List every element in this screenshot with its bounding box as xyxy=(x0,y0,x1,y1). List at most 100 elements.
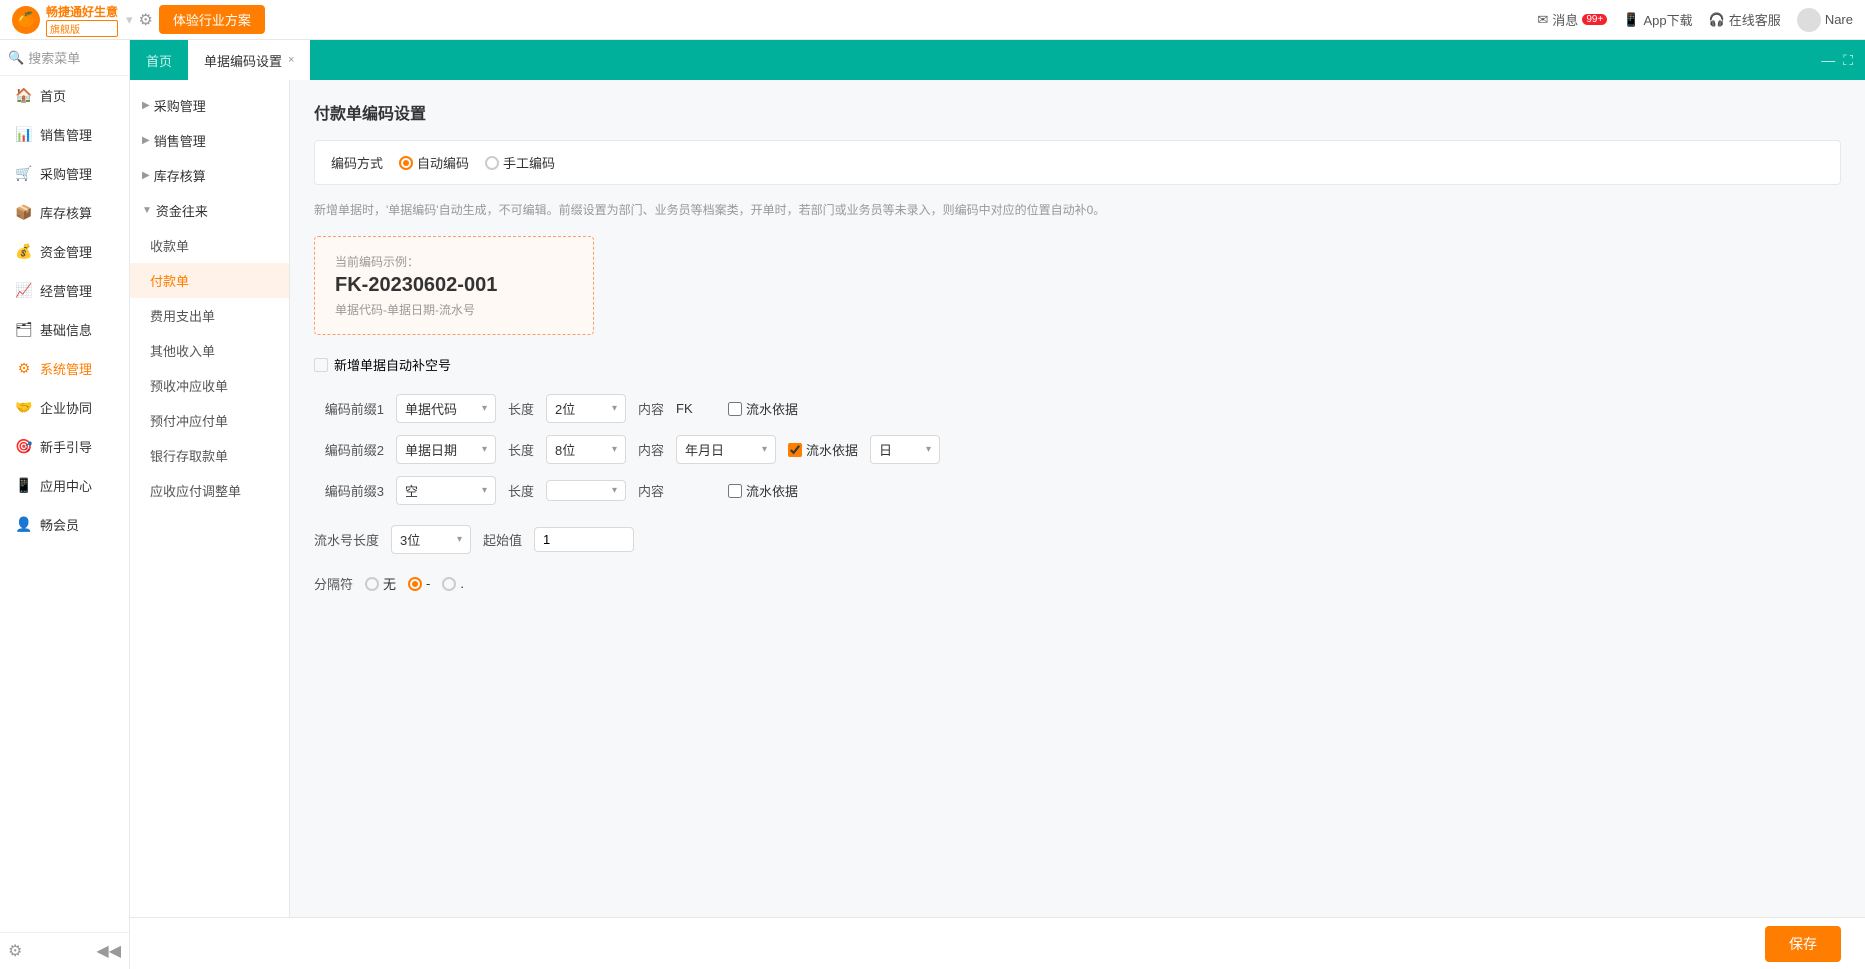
row0-stream-input[interactable] xyxy=(728,402,742,416)
sub-item-receipt[interactable]: 收款单 xyxy=(130,228,289,263)
tab-home[interactable]: 首页 xyxy=(130,40,188,80)
sidebar-item-management[interactable]: 📈 经营管理 xyxy=(0,271,129,310)
group-purchase-title[interactable]: ▶ 采购管理 xyxy=(130,88,289,123)
mobile-icon: 📱 xyxy=(1623,12,1639,28)
group-purchase: ▶ 采购管理 xyxy=(130,88,289,123)
main-layout: 🔍 搜索菜单 🏠 首页 📊 销售管理 🛒 采购管理 📦 库存核算 💰 资金管理 … xyxy=(0,40,1865,969)
sidebar-item-sales[interactable]: 📊 销售管理 xyxy=(0,115,129,154)
form-row-2: 编码前缀3 空 ▾ 长度 ▾ 内容 xyxy=(314,476,1841,505)
maximize-icon[interactable]: ⛶ xyxy=(1843,52,1853,69)
row1-content-arrow: ▾ xyxy=(762,444,767,455)
logo: 🍊 畅捷通好生意 旗舰版 xyxy=(12,3,118,37)
row1-length-arrow: ▾ xyxy=(612,444,617,455)
row0-stream-checkbox[interactable]: 流水依据 xyxy=(728,399,798,418)
row1-stream-checkbox[interactable]: 流水依据 xyxy=(788,440,858,459)
start-val-input[interactable] xyxy=(534,527,634,552)
sidebar-item-enterprise[interactable]: 🤝 企业协同 xyxy=(0,388,129,427)
group-inventory: ▶ 库存核算 xyxy=(130,158,289,193)
row0-length-label: 长度 xyxy=(508,399,534,418)
auto-code-radio[interactable]: 自动编码 xyxy=(399,153,469,172)
row1-length-select[interactable]: 8位 ▾ xyxy=(546,435,626,464)
sub-item-adj[interactable]: 应收应付调整单 xyxy=(130,473,289,508)
sidebar-item-member[interactable]: 👤 畅会员 xyxy=(0,505,129,544)
guide-icon: 🎯 xyxy=(16,439,32,455)
trial-btn[interactable]: 体验行业方案 xyxy=(159,5,265,34)
sidebar-item-guide[interactable]: 🎯 新手引导 xyxy=(0,427,129,466)
row1-content-select[interactable]: 年月日 ▾ xyxy=(676,435,776,464)
group-funds-title[interactable]: ▼ 资金往来 xyxy=(130,193,289,228)
inventory-icon: 📦 xyxy=(16,205,32,221)
serial-length-select[interactable]: 3位 ▾ xyxy=(391,525,471,554)
search-menu[interactable]: 🔍 搜索菜单 xyxy=(0,40,129,76)
info-text: 新增单据时，'单据编码'自动生成，不可编辑。前缀设置为部门、业务员等档案类，开单… xyxy=(314,201,1841,220)
dropdown-arrow[interactable]: ▾ xyxy=(126,12,133,28)
sidebar-item-system[interactable]: ⚙ 系统管理 xyxy=(0,349,129,388)
row0-length-select[interactable]: 2位 ▾ xyxy=(546,394,626,423)
minimize-icon[interactable]: — xyxy=(1821,52,1835,68)
row0-label: 编码前缀1 xyxy=(314,399,384,418)
settings-bottom-icon[interactable]: ⚙ xyxy=(8,941,22,961)
sub-item-prepay-pay[interactable]: 预付冲应付单 xyxy=(130,403,289,438)
settings-icon[interactable]: ⚙ xyxy=(139,10,153,30)
row2-prefix-select[interactable]: 空 ▾ xyxy=(396,476,496,505)
sub-item-other-income[interactable]: 其他收入单 xyxy=(130,333,289,368)
sep-dot-radio[interactable]: . xyxy=(442,576,464,591)
top-bar: 🍊 畅捷通好生意 旗舰版 ▾ ⚙ 体验行业方案 ✉ 消息 99+ 📱 App下载… xyxy=(0,0,1865,40)
sidebar-item-basic[interactable]: 🗂 基础信息 xyxy=(0,310,129,349)
sub-item-expense[interactable]: 费用支出单 xyxy=(130,298,289,333)
sub-item-bank[interactable]: 银行存取款单 xyxy=(130,438,289,473)
sub-sidebar: ▶ 采购管理 ▶ 销售管理 ▶ 库存核算 xyxy=(130,80,290,917)
preview-sub: 单据代码-单据日期-流水号 xyxy=(335,301,573,318)
sub-item-prepay-recv[interactable]: 预收冲应收单 xyxy=(130,368,289,403)
sidebar-item-appcenter[interactable]: 📱 应用中心 xyxy=(0,466,129,505)
row1-stream-input[interactable] xyxy=(788,443,802,457)
tab-bar: 首页 单据编码设置 × — ⛶ xyxy=(130,40,1865,80)
chevron-down-icon: ▼ xyxy=(142,205,152,216)
preview-code: FK-20230602-001 xyxy=(335,274,573,297)
manual-radio-circle xyxy=(485,156,499,170)
row2-stream-checkbox[interactable]: 流水依据 xyxy=(728,481,798,500)
system-icon: ⚙ xyxy=(16,361,32,377)
sidebar-item-purchase[interactable]: 🛒 采购管理 xyxy=(0,154,129,193)
row0-prefix-select[interactable]: 单据代码 ▾ xyxy=(396,394,496,423)
sep-none-radio[interactable]: 无 xyxy=(365,574,396,593)
top-bar-right: ✉ 消息 99+ 📱 App下载 🎧 在线客服 Nare xyxy=(1537,8,1853,32)
row2-length-select[interactable]: ▾ xyxy=(546,480,626,501)
sidebar-item-inventory[interactable]: 📦 库存核算 xyxy=(0,193,129,232)
message-icon: ✉ xyxy=(1537,12,1548,28)
sidebar-item-home[interactable]: 🏠 首页 xyxy=(0,76,129,115)
sep-dot-circle xyxy=(442,577,456,591)
app-download-item[interactable]: 📱 App下载 xyxy=(1623,10,1692,29)
user-area[interactable]: Nare xyxy=(1797,8,1853,32)
group-inventory-title[interactable]: ▶ 库存核算 xyxy=(130,158,289,193)
row1-select-arrow: ▾ xyxy=(482,444,487,455)
sub-item-payment[interactable]: 付款单 xyxy=(130,263,289,298)
main-content: 付款单编码设置 编码方式 自动编码 手工编码 新增单据时，'单据编码'自动生成，… xyxy=(290,80,1865,917)
sidebar-bottom: ⚙ ◀◀ xyxy=(0,932,129,969)
collapse-icon[interactable]: ◀◀ xyxy=(96,941,121,961)
row1-prefix-select[interactable]: 单据日期 ▾ xyxy=(396,435,496,464)
management-icon: 📈 xyxy=(16,283,32,299)
group-sales-title[interactable]: ▶ 销售管理 xyxy=(130,123,289,158)
save-button[interactable]: 保存 xyxy=(1765,926,1841,962)
chevron-right-icon3: ▶ xyxy=(142,170,150,181)
form-row-1: 编码前缀2 单据日期 ▾ 长度 8位 ▾ 内容 年月日 xyxy=(314,435,1841,464)
left-sidebar: 🔍 搜索菜单 🏠 首页 📊 销售管理 🛒 采购管理 📦 库存核算 💰 资金管理 … xyxy=(0,40,130,969)
encoding-method-label: 编码方式 xyxy=(331,153,383,172)
row1-content-label: 内容 xyxy=(638,440,664,459)
tab-encoding[interactable]: 单据编码设置 × xyxy=(188,40,310,80)
online-service-item[interactable]: 🎧 在线客服 xyxy=(1709,10,1781,29)
messages-item[interactable]: ✉ 消息 99+ xyxy=(1537,10,1607,29)
finance-icon: 💰 xyxy=(16,244,32,260)
sep-dash-radio[interactable]: - xyxy=(408,576,430,591)
sidebar-item-finance[interactable]: 💰 资金管理 xyxy=(0,232,129,271)
row2-stream-input[interactable] xyxy=(728,484,742,498)
tab-close-icon[interactable]: × xyxy=(288,54,294,66)
auto-fill-checkbox[interactable] xyxy=(314,358,328,372)
row1-length-label: 长度 xyxy=(508,440,534,459)
row1-stream-type-select[interactable]: 日 ▾ xyxy=(870,435,940,464)
logo-icon: 🍊 xyxy=(12,6,40,34)
manual-code-radio[interactable]: 手工编码 xyxy=(485,153,555,172)
row1-label: 编码前缀2 xyxy=(314,440,384,459)
serial-length-label: 流水号长度 xyxy=(314,530,379,549)
